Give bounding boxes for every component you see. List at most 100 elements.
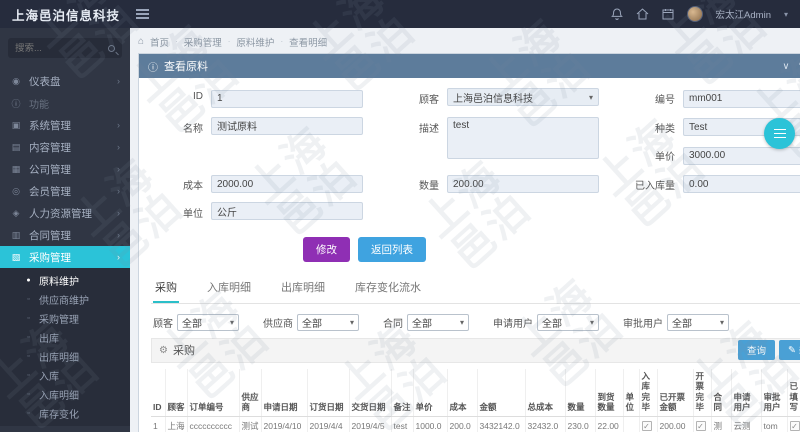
filter-label: 审批用户 (623, 318, 663, 330)
column-header[interactable]: 申请日期 (260, 368, 307, 417)
submenu-item-4[interactable]: ▫ 出库明细 (0, 347, 130, 366)
submenu-item-0[interactable]: ● 原料维护 (0, 271, 130, 290)
user-menu[interactable]: 宏太江Admin (716, 7, 771, 21)
column-header[interactable]: ID (151, 368, 165, 417)
filter-select-value: 全部 (412, 318, 432, 330)
sidebar-item-9[interactable]: ▨订单管理› (0, 426, 130, 432)
create-button[interactable]: ✎新建 (779, 340, 800, 360)
column-header[interactable]: 到货数量 (594, 368, 623, 417)
collapse-icon[interactable]: ∨ (783, 61, 790, 72)
sidebar-toggle-icon[interactable] (136, 9, 150, 19)
cost-field[interactable] (211, 175, 363, 193)
column-header[interactable]: 成本 (446, 368, 477, 417)
tab-1[interactable]: 入库明细 (205, 274, 253, 303)
column-header[interactable]: 入库完毕 (638, 368, 657, 417)
unit-price-field[interactable] (683, 146, 800, 165)
sidebar-item-6[interactable]: ◈ 人力资源管理 › (0, 202, 130, 224)
floating-menu-button[interactable] (764, 118, 795, 149)
sidebar-item-3[interactable]: ▤ 内容管理 › (0, 136, 130, 158)
sidebar-item-7[interactable]: ▥ 合同管理 › (0, 224, 130, 246)
filter-select-1[interactable]: 全部 ▾ (297, 313, 359, 331)
column-header[interactable]: 单位 (622, 368, 639, 417)
quantity-field[interactable] (447, 175, 599, 193)
submenu-item-3[interactable]: ▫ 出库 (0, 328, 130, 347)
search-input[interactable] (15, 42, 108, 54)
table-cell: 1 (153, 421, 158, 431)
tab-0[interactable]: 采购 (153, 274, 179, 303)
submenu-item-1[interactable]: ▫ 供应商维护 (0, 290, 130, 309)
customer-label: 顾客 (419, 95, 439, 106)
customer-select[interactable]: 上海邑泊信息科技 ▾ (447, 88, 599, 106)
filter-select-value: 全部 (182, 318, 202, 330)
column-header[interactable]: 已填写 (786, 368, 800, 417)
column-header[interactable]: 顾客 (164, 368, 187, 417)
column-header[interactable]: 已开票金额 (656, 368, 693, 417)
code-field[interactable] (683, 89, 800, 108)
sidebar-item-5[interactable]: ◎ 会员管理 › (0, 180, 130, 202)
table-row: 1上海邑cccccccccc测试供2019/4/10 0:00:002019/4… (151, 416, 800, 432)
column-header[interactable]: 单价 (412, 368, 447, 417)
column-header[interactable]: 供应商 (238, 368, 261, 417)
column-header[interactable]: 总成本 (524, 368, 565, 417)
breadcrumb-item[interactable]: 首页 (150, 35, 169, 49)
submenu-item-label: 入库 (39, 372, 59, 383)
column-header[interactable]: 合同 (710, 368, 731, 417)
filter-select-4[interactable]: 全部 ▾ (667, 313, 729, 331)
column-header[interactable]: 备注 (390, 368, 413, 417)
sidebar-item-4[interactable]: ▦ 公司管理 › (0, 158, 130, 180)
select-caret-icon: ▾ (229, 317, 234, 327)
user-avatar[interactable] (686, 6, 703, 22)
id-field[interactable] (211, 89, 363, 108)
column-header[interactable]: 申请用户 (730, 368, 761, 417)
breadcrumb-item[interactable]: 查看明细 (289, 35, 327, 49)
select-caret-icon: ▾ (349, 317, 354, 327)
code-label: 编号 (655, 95, 675, 106)
sidebar-item-2[interactable]: ▣ 系统管理 › (0, 114, 130, 136)
submenu-item-7[interactable]: ▫ 库存变化 (0, 404, 130, 423)
column-header[interactable]: 金额 (476, 368, 525, 417)
filter-select-0[interactable]: 全部 ▾ (177, 313, 239, 331)
submenu-item-2[interactable]: ▫ 采购管理 (0, 309, 130, 328)
search-icon[interactable] (108, 44, 115, 52)
filter-select-2[interactable]: 全部 ▾ (407, 313, 469, 331)
home-icon[interactable] (636, 8, 649, 20)
column-header[interactable]: 交货日期 (348, 368, 391, 417)
submenu-item-5[interactable]: ▫ 入库 (0, 366, 130, 385)
calendar-icon[interactable] (662, 8, 674, 20)
column-header[interactable]: 订单编号 (186, 368, 239, 417)
submenu-item-6[interactable]: ▫ 入库明细 (0, 385, 130, 404)
purchase-section-bar: ⚙ 采购 查询 ✎新建 (151, 337, 800, 363)
tab-2[interactable]: 出库明细 (279, 274, 327, 303)
field-id: ID (151, 88, 363, 108)
table-cell: 2019/4/4 0:00:00 (306, 416, 349, 432)
back-to-list-button[interactable]: 返回列表 (358, 236, 426, 262)
submenu-item-icon: ▫ (27, 410, 30, 417)
notifications-icon[interactable] (610, 7, 623, 21)
tab-3[interactable]: 库存变化流水 (353, 274, 423, 303)
chevron-right-icon: › (117, 230, 120, 240)
table-cell: ✓ (786, 416, 800, 432)
breadcrumb-item[interactable]: 采购管理 (184, 35, 222, 49)
field-cost: 成本 (151, 174, 363, 193)
filter-bar: 顾客 全部 ▾ 供应商 全部 ▾ 合同 全部 ▾ 申请用户 全部 ▾ 审批用户 全部 ▾ (151, 304, 800, 338)
unit-field[interactable] (211, 202, 363, 220)
breadcrumb-item[interactable]: 原料维护 (236, 35, 274, 49)
query-button[interactable]: 查询 (738, 340, 776, 360)
user-caret-icon[interactable]: ▾ (784, 10, 788, 19)
sidebar-item-0[interactable]: ◉ 仪表盘 › (0, 70, 130, 92)
column-header[interactable]: 审批用户 (760, 368, 787, 417)
field-customer: 顾客 上海邑泊信息科技 ▾ (387, 88, 599, 108)
name-field[interactable] (211, 116, 363, 135)
column-header[interactable]: 数量 (564, 368, 595, 417)
description-field[interactable]: test (447, 116, 599, 159)
modify-button[interactable]: 修改 (303, 236, 350, 262)
filter-select-3[interactable]: 全部 ▾ (537, 313, 599, 331)
column-header[interactable]: 订货日期 (306, 368, 349, 417)
detail-tabs: 采购 入库明细 出库明细 库存变化流水 (151, 274, 800, 304)
column-header[interactable]: 开票完毕 (692, 368, 711, 417)
checkbox-checked-icon: ✓ (789, 421, 800, 431)
panel-header: ⓘ 查看原料 ∨ ✎ ↻ × (139, 54, 800, 78)
submenu-item-label: 出库明细 (39, 353, 79, 364)
stocked-field[interactable] (683, 175, 800, 193)
sidebar-item-8[interactable]: ▧ 采购管理 › (0, 246, 130, 268)
